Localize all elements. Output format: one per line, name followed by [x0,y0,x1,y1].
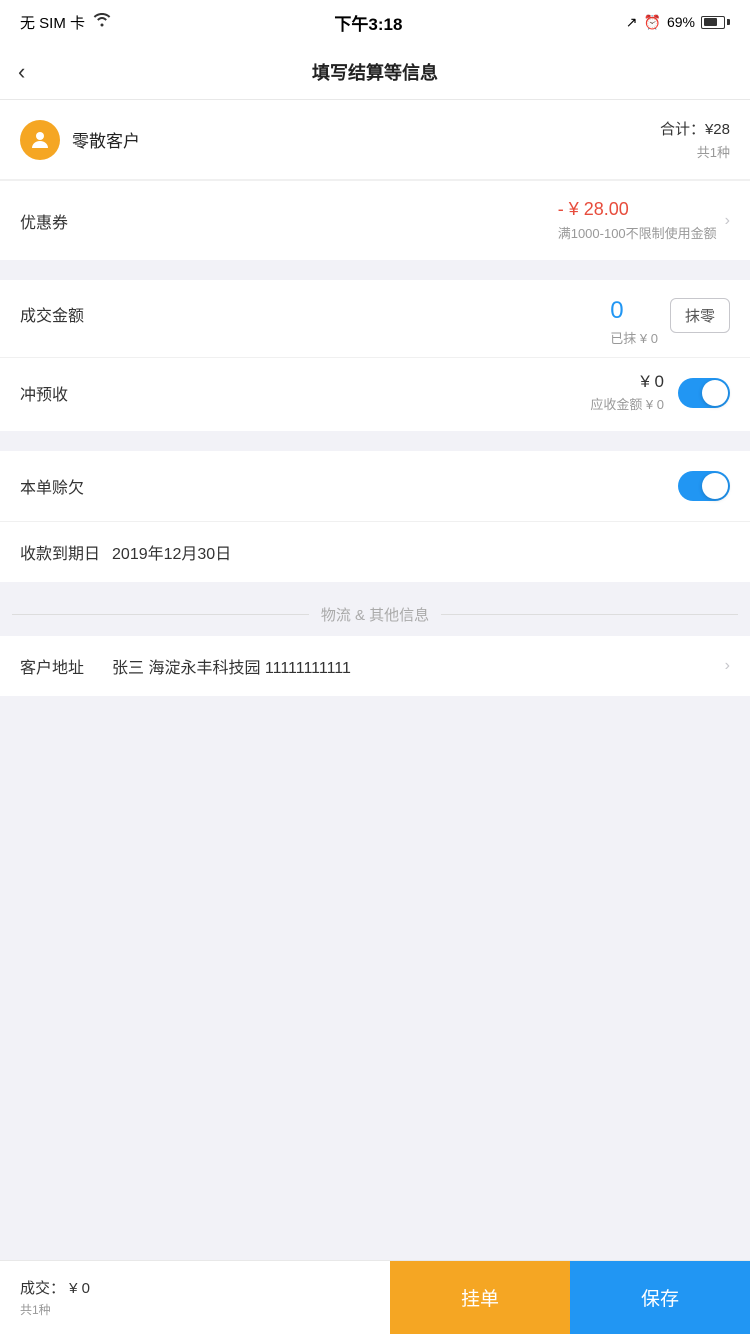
alarm-icon: ⏰ [644,14,661,31]
no-sim-label: 无 SIM 卡 [20,12,85,33]
prepay-right: ¥ 0 应收金额 ¥ 0 [590,372,730,413]
nav-bar: ‹ 填写结算等信息 [0,44,750,100]
prepay-toggle[interactable] [678,378,730,408]
prepay-sub: 应收金额 ¥ 0 [590,394,664,413]
amount-row: 成交金额 0 已抹 ¥ 0 抹零 [0,280,750,357]
coupon-chevron-icon: › [725,212,730,230]
status-time: 下午3:18 [334,10,402,35]
battery-icon [701,16,730,29]
coupon-row[interactable]: 优惠券 - ¥ 28.00 满1000-100不限制使用金额 › [0,180,750,260]
duedate-label: 收款到期日 [20,540,100,564]
duedate-row: 收款到期日 2019年12月30日 [0,521,750,582]
prepay-amount: ¥ 0 [590,372,664,392]
logistics-line-right [441,614,738,615]
location-icon: ↗ [626,14,638,31]
status-left: 无 SIM 卡 [20,12,111,33]
status-right: ↗ ⏰ 69% [626,14,730,31]
customer-avatar [20,120,60,160]
customer-right: 合计：¥28 共1种 [660,118,730,161]
amount-section: 成交金额 0 已抹 ¥ 0 抹零 冲预收 ¥ 0 应收金额 ¥ 0 [0,280,750,431]
bottom-bar: 成交： ¥ 0 共1种 挂单 保存 [0,1260,750,1334]
debt-label: 本单赊欠 [20,474,84,498]
address-row[interactable]: 客户地址 张三 海淀永丰科技园 11111111111 › [0,636,750,696]
hold-button[interactable]: 挂单 [390,1261,570,1334]
customer-name: 零散客户 [72,127,140,152]
back-button[interactable]: ‹ [18,59,25,85]
amount-value-block: 0 已抹 ¥ 0 [610,298,658,347]
bottom-summary-main: 成交： ¥ 0 [20,1277,370,1298]
main-content: 零散客户 合计：¥28 共1种 优惠券 - ¥ 28.00 满1000-100不… [0,100,750,786]
debt-row: 本单赊欠 [0,451,750,521]
customer-total: 合计：¥28 [660,118,730,139]
customer-section: 零散客户 合计：¥28 共1种 优惠券 - ¥ 28.00 满1000-100不… [0,100,750,260]
amount-sub: 已抹 ¥ 0 [610,328,658,347]
debt-toggle[interactable] [678,471,730,501]
round-zero-button[interactable]: 抹零 [670,298,730,333]
customer-count: 共1种 [660,142,730,161]
status-bar: 无 SIM 卡 下午3:18 ↗ ⏰ 69% [0,0,750,44]
amount-value: 0 [610,298,658,324]
save-button[interactable]: 保存 [570,1261,750,1334]
coupon-discount: - ¥ 28.00 [558,199,717,220]
customer-row: 零散客户 合计：¥28 共1种 [0,100,750,180]
bottom-summary-sub: 共1种 [20,1301,370,1318]
address-chevron-icon: › [725,657,730,675]
coupon-label: 优惠券 [20,209,68,233]
amount-right: 0 已抹 ¥ 0 抹零 [610,298,730,347]
prepay-label: 冲预收 [20,381,68,405]
prepay-amount-block: ¥ 0 应收金额 ¥ 0 [590,372,664,413]
coupon-description: 满1000-100不限制使用金额 [558,223,717,242]
logistics-line-left [12,614,309,615]
wifi-icon [93,13,111,31]
logistics-divider: 物流 & 其他信息 [0,592,750,636]
battery-percent: 69% [667,14,695,30]
amount-label: 成交金额 [20,298,84,326]
bottom-summary: 成交： ¥ 0 共1种 [0,1277,390,1318]
logistics-text: 物流 & 其他信息 [321,604,429,625]
coupon-right-info: - ¥ 28.00 满1000-100不限制使用金额 [558,199,717,242]
page-title: 填写结算等信息 [312,59,438,85]
bottom-spacer [0,706,750,786]
address-label: 客户地址 [20,654,100,678]
address-value: 张三 海淀永丰科技园 11111111111 [112,654,725,678]
duedate-value: 2019年12月30日 [112,540,231,564]
address-section: 客户地址 张三 海淀永丰科技园 11111111111 › [0,636,750,696]
prepay-row: 冲预收 ¥ 0 应收金额 ¥ 0 [0,357,750,431]
divider-2 [0,441,750,451]
customer-left: 零散客户 [20,120,140,160]
divider-1 [0,270,750,280]
debt-section: 本单赊欠 收款到期日 2019年12月30日 [0,451,750,582]
